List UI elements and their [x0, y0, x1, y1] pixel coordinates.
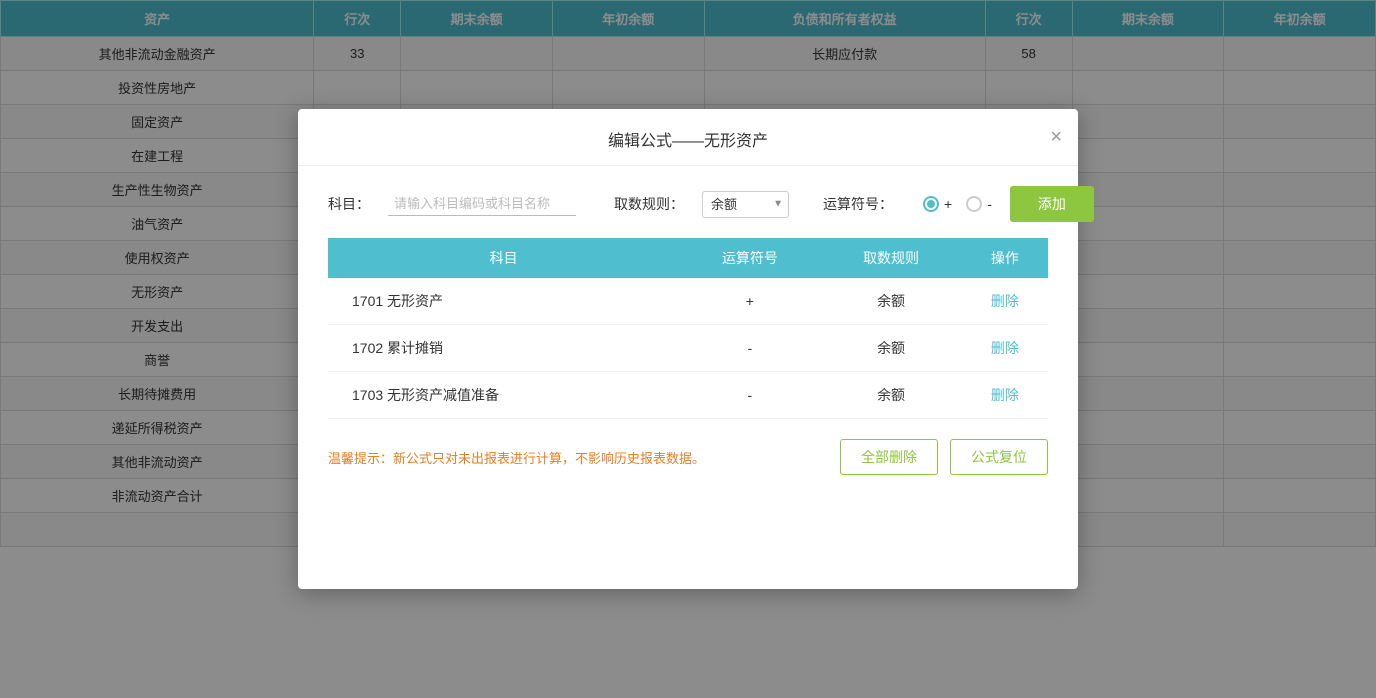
operator-radio-group: + -	[923, 196, 992, 212]
table-row: 1702 累计摊销-余额 删除	[328, 325, 1048, 372]
formula-table: 科目 运算符号 取数规则 操作 1701 无形资产+余额删除1702 累计摊销-…	[328, 238, 1048, 419]
table-row: 1701 无形资产+余额 删除	[328, 278, 1048, 325]
formula-subject: 1701 无形资产	[328, 278, 679, 325]
data-table-wrapper: 科目 运算符号 取数规则 操作 1701 无形资产+余额删除1702 累计摊销-…	[298, 238, 1078, 419]
operator-label: 运算符号：	[823, 194, 893, 214]
formula-operator: +	[679, 278, 820, 325]
table-row: 1703 无形资产减值准备-余额 删除	[328, 372, 1048, 419]
delete-all-button[interactable]: 全部删除	[840, 439, 938, 475]
delete-link[interactable]: 删除	[991, 387, 1019, 403]
modal-dialog: 编辑公式——无形资产 × 科目： 取数规则： 余额 借方 贷方 借方累计 贷方累…	[298, 109, 1078, 589]
reset-button[interactable]: 公式复位	[950, 439, 1048, 475]
radio-plus-circle	[923, 196, 939, 212]
formula-rule: 余额	[820, 325, 961, 372]
modal-header: 编辑公式——无形资产 ×	[298, 109, 1078, 166]
formula-operator: -	[679, 325, 820, 372]
radio-plus[interactable]: +	[923, 196, 952, 212]
modal-overlay: 编辑公式——无形资产 × 科目： 取数规则： 余额 借方 贷方 借方累计 贷方累…	[0, 0, 1376, 698]
col-action: 操作	[962, 238, 1048, 278]
rule-label: 取数规则：	[614, 194, 684, 214]
subject-input[interactable]	[388, 192, 576, 216]
rule-select[interactable]: 余额 借方 贷方 借方累计 贷方累计	[702, 191, 789, 218]
radio-minus-circle	[966, 196, 982, 212]
modal-title: 编辑公式——无形资产	[608, 127, 768, 151]
formula-rule: 余额	[820, 372, 961, 419]
col-operator: 运算符号	[679, 238, 820, 278]
rule-select-wrapper: 余额 借方 贷方 借方累计 贷方累计 ▼	[702, 191, 789, 218]
footer-tip: 温馨提示：新公式只对未出报表进行计算，不影响历史报表数据。	[328, 448, 705, 467]
col-subject: 科目	[328, 238, 679, 278]
formula-action: 删除	[962, 325, 1048, 372]
delete-link[interactable]: 删除	[991, 340, 1019, 356]
radio-plus-label: +	[944, 196, 952, 212]
formula-rule: 余额	[820, 278, 961, 325]
formula-subject: 1702 累计摊销	[328, 325, 679, 372]
page-wrapper: 资产 行次 期末余额 年初余额 负债和所有者权益 行次 期末余额 年初余额 其他…	[0, 0, 1376, 698]
formula-subject: 1703 无形资产减值准备	[328, 372, 679, 419]
radio-minus[interactable]: -	[966, 196, 992, 212]
formula-operator: -	[679, 372, 820, 419]
delete-link[interactable]: 删除	[991, 293, 1019, 309]
form-row: 科目： 取数规则： 余额 借方 贷方 借方累计 贷方累计 ▼ 运算符号：	[298, 166, 1078, 238]
formula-action: 删除	[962, 278, 1048, 325]
subject-label: 科目：	[328, 194, 370, 214]
formula-action: 删除	[962, 372, 1048, 419]
radio-minus-label: -	[987, 196, 992, 212]
add-button[interactable]: 添加	[1010, 186, 1094, 222]
col-rule: 取数规则	[820, 238, 961, 278]
close-button[interactable]: ×	[1050, 127, 1062, 147]
footer-buttons: 全部删除 公式复位	[840, 439, 1048, 475]
modal-footer: 温馨提示：新公式只对未出报表进行计算，不影响历史报表数据。 全部删除 公式复位	[298, 419, 1078, 475]
